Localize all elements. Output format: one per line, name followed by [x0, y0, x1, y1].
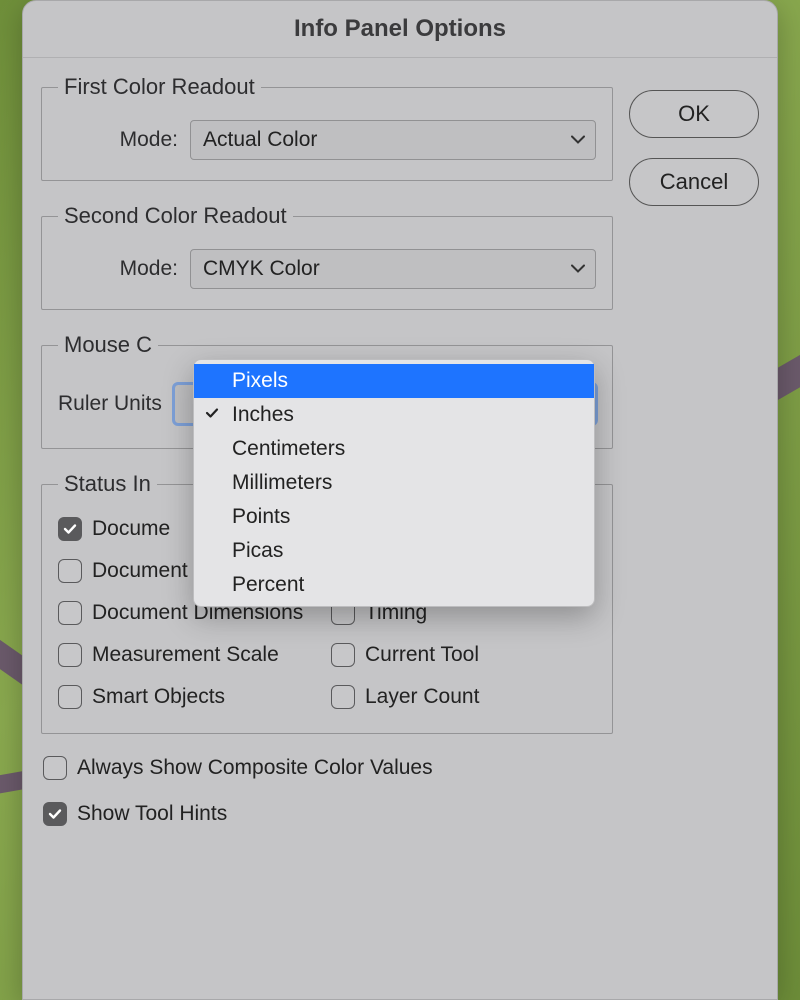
- ruler-units-menu[interactable]: Pixels Inches Centimeters Millimeters Points…: [193, 359, 595, 607]
- checkbox-box: [58, 601, 82, 625]
- menu-item[interactable]: Inches: [194, 398, 594, 432]
- checkbox-label: Show Tool Hints: [77, 802, 227, 826]
- checkbox-box: [58, 685, 82, 709]
- first-mode-value: Actual Color: [203, 128, 317, 152]
- cancel-button[interactable]: Cancel: [629, 158, 759, 206]
- menu-item-label: Pixels: [232, 369, 288, 393]
- checkbox-always-show-composite[interactable]: Always Show Composite Color Values: [43, 756, 611, 780]
- checkbox-box: [58, 643, 82, 667]
- second-mode-value: CMYK Color: [203, 257, 320, 281]
- checkbox-label: Smart Objects: [92, 685, 225, 709]
- checkbox-label: Measurement Scale: [92, 643, 279, 667]
- ok-button[interactable]: OK: [629, 90, 759, 138]
- checkbox-box: [43, 802, 67, 826]
- chevron-down-icon: [571, 136, 585, 145]
- second-mode-dropdown[interactable]: CMYK Color: [190, 249, 596, 289]
- ruler-units-label: Ruler Units: [58, 392, 162, 416]
- first-mode-label: Mode:: [58, 128, 178, 152]
- checkbox-label: Layer Count: [365, 685, 479, 709]
- first-color-readout-group: First Color Readout Mode: Actual Color: [41, 74, 613, 181]
- checkbox-label: Always Show Composite Color Values: [77, 756, 433, 780]
- menu-item[interactable]: Centimeters: [194, 432, 594, 466]
- mouse-coordinates-legend: Mouse C: [58, 332, 158, 358]
- first-mode-dropdown[interactable]: Actual Color: [190, 120, 596, 160]
- checkbox-label: Current Tool: [365, 643, 479, 667]
- menu-item-label: Inches: [232, 403, 294, 427]
- checkbox-box: [58, 517, 82, 541]
- info-panel-options-dialog: Info Panel Options First Color Readout M…: [22, 0, 778, 1000]
- checkbox-box: [331, 643, 355, 667]
- menu-item[interactable]: Picas: [194, 534, 594, 568]
- second-mode-label: Mode:: [58, 257, 178, 281]
- checkbox-status-item[interactable]: Smart Objects: [58, 685, 323, 709]
- menu-item-label: Percent: [232, 573, 304, 597]
- checkbox-status-item[interactable]: Current Tool: [331, 643, 596, 667]
- menu-item[interactable]: Points: [194, 500, 594, 534]
- second-color-readout-legend: Second Color Readout: [58, 203, 293, 229]
- checkbox-label: Docume: [92, 517, 170, 541]
- second-color-readout-group: Second Color Readout Mode: CMYK Color: [41, 203, 613, 310]
- status-information-legend: Status In: [58, 471, 157, 497]
- checkbox-status-item[interactable]: Measurement Scale: [58, 643, 323, 667]
- checkbox-status-item[interactable]: Layer Count: [331, 685, 596, 709]
- menu-item[interactable]: Percent: [194, 568, 594, 602]
- menu-item-label: Centimeters: [232, 437, 345, 461]
- menu-item[interactable]: Pixels: [194, 364, 594, 398]
- checkbox-box: [331, 685, 355, 709]
- dialog-title: Info Panel Options: [23, 1, 777, 58]
- menu-item[interactable]: Millimeters: [194, 466, 594, 500]
- checkmark-icon: [204, 403, 220, 427]
- menu-item-label: Points: [232, 505, 290, 529]
- checkbox-box: [43, 756, 67, 780]
- first-color-readout-legend: First Color Readout: [58, 74, 261, 100]
- menu-item-label: Millimeters: [232, 471, 332, 495]
- checkbox-box: [58, 559, 82, 583]
- checkbox-show-tool-hints[interactable]: Show Tool Hints: [43, 802, 611, 826]
- menu-item-label: Picas: [232, 539, 283, 563]
- chevron-down-icon: [571, 265, 585, 274]
